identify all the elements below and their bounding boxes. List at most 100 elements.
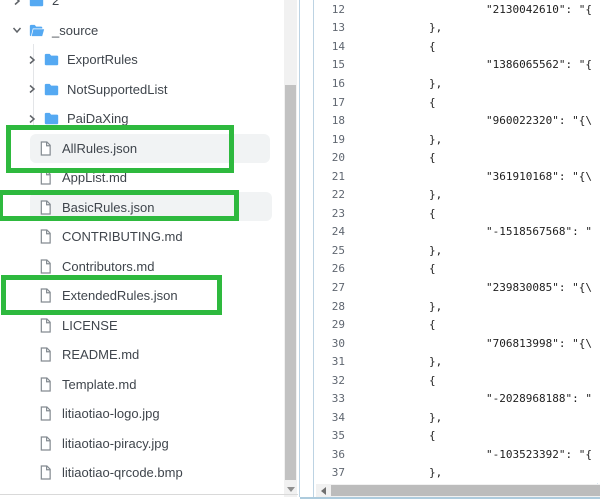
chevron-down-icon[interactable] [12, 25, 24, 35]
code-text: }, [345, 244, 442, 257]
code-text: { [345, 318, 436, 331]
code-line: 34}, [314, 408, 600, 427]
code-text: }, [345, 77, 442, 90]
tree-item-exportrules[interactable]: ExportRules [0, 45, 283, 75]
file-icon [39, 141, 52, 156]
code-line: 36"-103523392": "{ [314, 445, 600, 464]
tree-item-label: PaiDaXing [67, 111, 128, 126]
line-number: 12 [314, 3, 345, 16]
tree-item-applist-md[interactable]: AppList.md [0, 163, 283, 193]
tree-item-litiaotiao-qrcode-bmp[interactable]: litiaotiao-qrcode.bmp [0, 458, 283, 488]
code-line: 19}, [314, 130, 600, 149]
file-icon [39, 347, 52, 362]
chevron-right-icon[interactable] [27, 84, 39, 94]
line-number: 21 [314, 170, 345, 183]
line-number: 34 [314, 411, 345, 424]
tree-item-label: README.md [62, 347, 139, 362]
file-icon [39, 347, 55, 362]
tree-item-extendedrules-json[interactable]: ExtendedRules.json [0, 281, 283, 311]
line-number: 26 [314, 262, 345, 275]
chevron-right-icon[interactable] [27, 55, 39, 65]
tree-scrollbar-thumb[interactable] [285, 85, 296, 480]
tree-item-litiaotiao-logo-jpg[interactable]: litiaotiao-logo.jpg [0, 399, 283, 429]
tree-item-license[interactable]: LICENSE [0, 311, 283, 341]
tree-item-label: Template.md [62, 377, 136, 392]
folder-icon [44, 82, 60, 97]
file-icon [39, 465, 55, 480]
tree-item-contributing-md[interactable]: CONTRIBUTING.md [0, 222, 283, 252]
tree-item-label: AllRules.json [62, 141, 137, 156]
tree-item-litiaotiao-piracy-jpg[interactable]: litiaotiao-piracy.jpg [0, 429, 283, 459]
editor-scrollbar-thumb[interactable] [331, 485, 600, 496]
file-icon [39, 406, 55, 421]
code-line: 32{ [314, 371, 600, 390]
code-line: 20{ [314, 148, 600, 167]
code-line: 26{ [314, 260, 600, 279]
tree-item-label: Contributors.md [62, 259, 154, 274]
tree-item-label: NotSupportedList [67, 82, 167, 97]
folder-icon [29, 0, 44, 7]
line-number: 24 [314, 225, 345, 238]
file-icon [39, 229, 55, 244]
tree-item-paidaxing[interactable]: PaiDaXing [0, 104, 283, 134]
file-icon [39, 288, 52, 303]
line-number: 25 [314, 244, 345, 257]
pane-divider-left[interactable] [299, 0, 300, 497]
chevron-down-icon [12, 25, 22, 35]
tree-item--source[interactable]: _source [0, 16, 283, 46]
code-text: "1386065562": "{ [345, 58, 592, 71]
tree-item-contributors-md[interactable]: Contributors.md [0, 252, 283, 282]
editor-bottom-border [300, 497, 600, 499]
file-icon [39, 170, 52, 185]
tree-item-template-md[interactable]: Template.md [0, 370, 283, 400]
tree-item-allrules-json[interactable]: AllRules.json [0, 134, 283, 164]
code-line: 14{ [314, 37, 600, 56]
chevron-right-icon [27, 114, 37, 124]
file-icon [39, 170, 55, 185]
line-number: 36 [314, 448, 345, 461]
line-number: 29 [314, 318, 345, 331]
code-lines: 12"2130042610": "{13},14{15"1386065562":… [314, 0, 600, 482]
file-icon [39, 200, 55, 215]
editor-horizontal-scrollbar[interactable] [316, 484, 600, 497]
code-line: 12"2130042610": "{ [314, 0, 600, 19]
chevron-right-icon [12, 0, 22, 6]
tree-item-label: LICENSE [62, 318, 118, 333]
tree-item-notsupportedlist[interactable]: NotSupportedList [0, 75, 283, 105]
code-text: }, [345, 21, 442, 34]
line-number: 23 [314, 207, 345, 220]
code-text: { [345, 207, 436, 220]
file-tree-pane: 2_sourceExportRules NotSupportedList PaiDa… [0, 0, 300, 497]
code-text: { [345, 40, 436, 53]
code-text: "960022320": "{\ [345, 114, 592, 127]
scroll-left-button[interactable] [316, 484, 330, 497]
code-line: 29{ [314, 315, 600, 334]
line-number: 18 [314, 114, 345, 127]
tree-item-readme-md[interactable]: README.md [0, 340, 283, 370]
code-text: { [345, 374, 436, 387]
tree-item-2[interactable]: 2 [0, 0, 283, 16]
code-text: }, [345, 133, 442, 146]
arrow-down-icon [287, 487, 295, 492]
code-line: 33"-2028968188": " [314, 389, 600, 408]
line-number: 35 [314, 429, 345, 442]
tree-vertical-scrollbar[interactable] [284, 0, 297, 497]
file-icon [39, 377, 52, 392]
code-line: 24"-1518567568": " [314, 223, 600, 242]
code-editor-pane[interactable]: 12"2130042610": "{13},14{15"1386065562":… [314, 0, 600, 483]
line-number: 22 [314, 188, 345, 201]
file-icon [39, 259, 55, 274]
chevron-right-icon[interactable] [12, 0, 24, 6]
code-text: "-103523392": "{ [345, 448, 592, 461]
file-icon [39, 436, 55, 451]
line-number: 17 [314, 96, 345, 109]
file-icon [39, 318, 55, 333]
line-number: 15 [314, 58, 345, 71]
tree-item-basicrules-json[interactable]: BasicRules.json [0, 193, 283, 223]
folder-icon [44, 111, 60, 126]
code-line: 22}, [314, 185, 600, 204]
tree-item-label: CONTRIBUTING.md [62, 229, 183, 244]
chevron-right-icon[interactable] [27, 114, 39, 124]
file-tree-list: 2_sourceExportRules NotSupportedList PaiDa… [0, 0, 283, 488]
code-text: }, [345, 355, 442, 368]
